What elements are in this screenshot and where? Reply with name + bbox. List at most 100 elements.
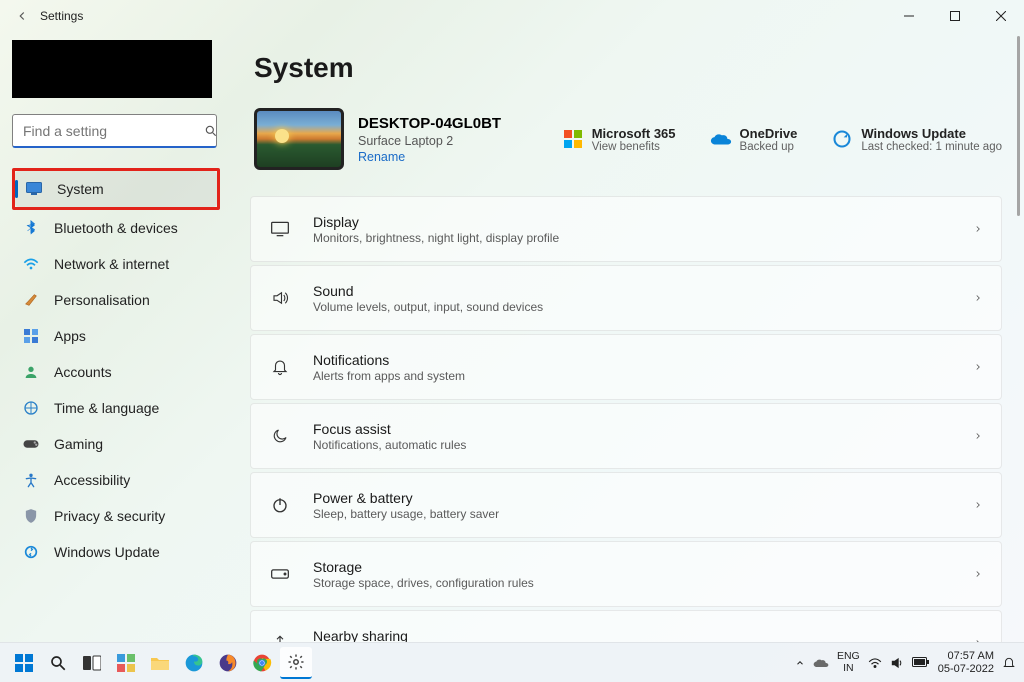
page-title: System — [254, 52, 1002, 84]
display-icon — [25, 180, 43, 198]
sidebar-item-label: System — [57, 181, 104, 197]
start-button[interactable] — [8, 647, 40, 679]
sidebar-item-label: Time & language — [54, 400, 159, 416]
setting-sub: Alerts from apps and system — [313, 369, 465, 383]
highlight-annotation: System — [12, 168, 220, 210]
cloud-windows-update[interactable]: Windows UpdateLast checked: 1 minute ago — [831, 126, 1002, 153]
sidebar-item-system[interactable]: System — [15, 171, 217, 207]
search-input[interactable] — [23, 123, 204, 139]
sidebar-item-apps[interactable]: Apps — [12, 318, 220, 354]
setting-notifications[interactable]: NotificationsAlerts from apps and system — [250, 334, 1002, 400]
setting-sub: Volume levels, output, input, sound devi… — [313, 300, 543, 314]
tray-clock[interactable]: 07:57 AM05-07-2022 — [938, 650, 994, 675]
maximize-button[interactable] — [932, 0, 978, 32]
bluetooth-icon — [22, 219, 40, 237]
setting-display[interactable]: DisplayMonitors, brightness, night light… — [250, 196, 1002, 262]
update-icon — [22, 543, 40, 561]
file-explorer-button[interactable] — [144, 647, 176, 679]
sidebar-item-privacy[interactable]: Privacy & security — [12, 498, 220, 534]
device-info: DESKTOP-04GL0BT Surface Laptop 2 Rename — [358, 115, 501, 164]
share-icon — [269, 632, 291, 642]
sidebar-item-accounts[interactable]: Accounts — [12, 354, 220, 390]
chevron-right-icon — [973, 222, 983, 236]
main-content: System DESKTOP-04GL0BT Surface Laptop 2 … — [232, 32, 1024, 642]
tray-volume-icon[interactable] — [890, 656, 904, 670]
search-button[interactable] — [42, 647, 74, 679]
shield-icon — [22, 507, 40, 525]
brush-icon — [22, 291, 40, 309]
edge-button[interactable] — [178, 647, 210, 679]
scrollbar[interactable] — [1017, 36, 1020, 216]
gamepad-icon — [22, 435, 40, 453]
sidebar: System Bluetooth & devices Network & int… — [0, 32, 232, 642]
cloud-sub: Last checked: 1 minute ago — [861, 141, 1002, 153]
setting-title: Notifications — [313, 352, 465, 368]
tray-wifi-icon[interactable] — [868, 657, 882, 669]
sidebar-item-time-language[interactable]: Time & language — [12, 390, 220, 426]
sidebar-item-gaming[interactable]: Gaming — [12, 426, 220, 462]
sidebar-item-label: Gaming — [54, 436, 103, 452]
setting-list: DisplayMonitors, brightness, night light… — [250, 196, 1002, 642]
chevron-right-icon — [973, 291, 983, 305]
profile-block[interactable] — [12, 40, 212, 98]
sidebar-item-label: Privacy & security — [54, 508, 165, 524]
onedrive-icon — [710, 128, 732, 150]
device-wallpaper-thumbnail[interactable] — [254, 108, 344, 170]
widgets-button[interactable] — [110, 647, 142, 679]
globe-clock-icon — [22, 399, 40, 417]
cloud-title: Windows Update — [861, 126, 1002, 141]
rename-link[interactable]: Rename — [358, 150, 501, 164]
setting-title: Power & battery — [313, 490, 499, 506]
device-row: DESKTOP-04GL0BT Surface Laptop 2 Rename … — [250, 108, 1002, 170]
back-button[interactable] — [14, 8, 30, 24]
cloud-microsoft-365[interactable]: Microsoft 365View benefits — [562, 126, 676, 153]
sidebar-item-label: Personalisation — [54, 292, 150, 308]
sidebar-item-label: Accessibility — [54, 472, 130, 488]
search-input-wrap[interactable] — [12, 114, 217, 148]
firefox-button[interactable] — [212, 647, 244, 679]
sidebar-item-network[interactable]: Network & internet — [12, 246, 220, 282]
sidebar-item-bluetooth[interactable]: Bluetooth & devices — [12, 210, 220, 246]
person-icon — [22, 363, 40, 381]
setting-focus-assist[interactable]: Focus assistNotifications, automatic rul… — [250, 403, 1002, 469]
sidebar-item-windows-update[interactable]: Windows Update — [12, 534, 220, 570]
close-button[interactable] — [978, 0, 1024, 32]
speaker-icon — [269, 287, 291, 309]
tray-onedrive-icon[interactable] — [813, 657, 829, 669]
ms365-icon — [562, 128, 584, 150]
setting-storage[interactable]: StorageStorage space, drives, configurat… — [250, 541, 1002, 607]
sidebar-nav: System Bluetooth & devices Network & int… — [12, 168, 220, 570]
sidebar-item-label: Apps — [54, 328, 86, 344]
power-icon — [269, 494, 291, 516]
tray-battery-icon[interactable] — [912, 657, 930, 668]
setting-sub: Notifications, automatic rules — [313, 438, 466, 452]
setting-title: Nearby sharing — [313, 628, 511, 643]
setting-power-battery[interactable]: Power & batterySleep, battery usage, bat… — [250, 472, 1002, 538]
cloud-sub: View benefits — [592, 141, 676, 153]
chrome-button[interactable] — [246, 647, 278, 679]
wifi-icon — [22, 255, 40, 273]
sidebar-item-label: Network & internet — [54, 256, 169, 272]
sidebar-item-personalisation[interactable]: Personalisation — [12, 282, 220, 318]
sidebar-item-accessibility[interactable]: Accessibility — [12, 462, 220, 498]
chevron-right-icon — [973, 567, 983, 581]
task-view-button[interactable] — [76, 647, 108, 679]
tray-chevron-icon[interactable] — [795, 658, 805, 668]
device-model: Surface Laptop 2 — [358, 134, 501, 148]
setting-title: Display — [313, 214, 559, 230]
accessibility-icon — [22, 471, 40, 489]
setting-title: Sound — [313, 283, 543, 299]
setting-sound[interactable]: SoundVolume levels, output, input, sound… — [250, 265, 1002, 331]
cloud-sub: Backed up — [740, 141, 798, 153]
apps-icon — [22, 327, 40, 345]
cloud-onedrive[interactable]: OneDriveBacked up — [710, 126, 798, 153]
tray-language[interactable]: ENGIN — [837, 651, 860, 674]
setting-nearby-sharing[interactable]: Nearby sharingDiscoverability, received … — [250, 610, 1002, 642]
settings-button[interactable] — [280, 647, 312, 679]
cloud-title: OneDrive — [740, 126, 798, 141]
setting-sub: Sleep, battery usage, battery saver — [313, 507, 499, 521]
setting-title: Storage — [313, 559, 534, 575]
minimize-button[interactable] — [886, 0, 932, 32]
titlebar: Settings — [0, 0, 1024, 32]
tray-notifications-icon[interactable] — [1002, 655, 1016, 671]
